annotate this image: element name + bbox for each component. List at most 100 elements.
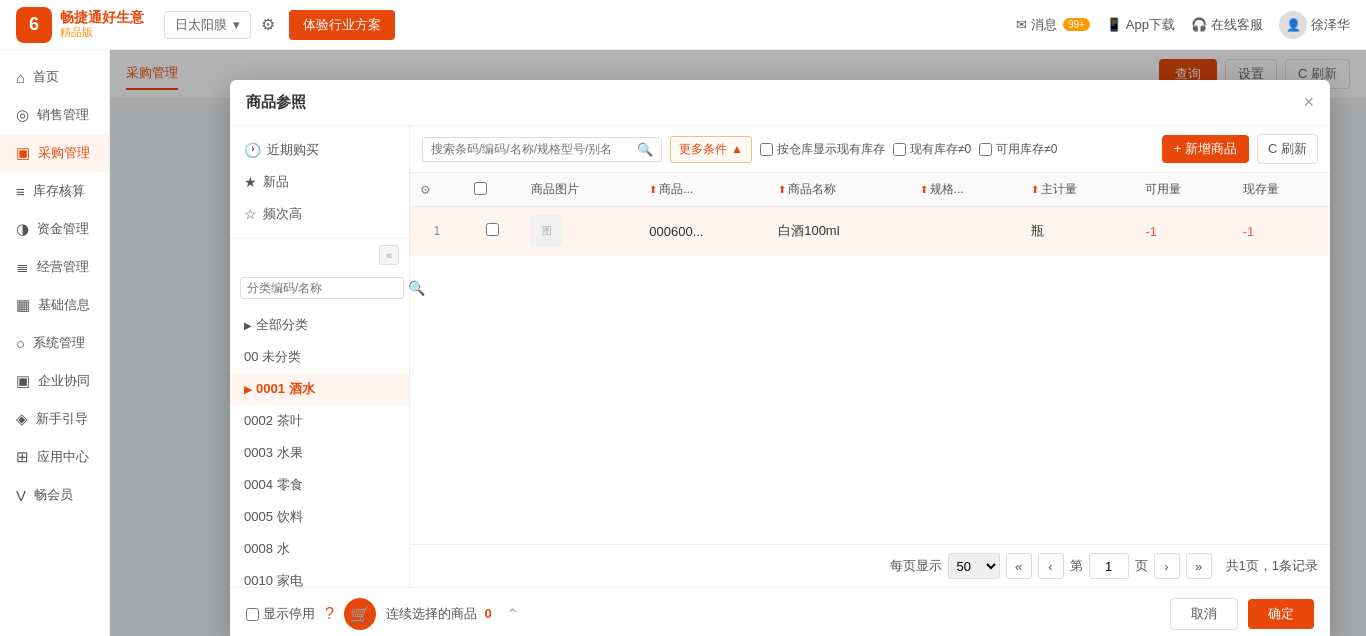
enterprise-icon: ▣ [16,372,30,390]
category-search-input[interactable] [240,277,404,299]
expand-icon: ▶ [244,384,252,395]
table-settings-col[interactable]: ⚙ [410,173,464,207]
quick-link-recent[interactable]: 🕐 近期购买 [230,134,409,166]
sidebar-item-basics[interactable]: ▦ 基础信息 [0,286,109,324]
gear-icon[interactable]: ⚙ [261,15,275,34]
category-item-0008[interactable]: 0008 水 [230,533,409,565]
next-page-button[interactable]: › [1154,553,1180,579]
sort-icon: ⬆ [920,184,928,195]
collapse-panel-button[interactable]: « [379,245,399,265]
sidebar-item-finance[interactable]: ◑ 资金管理 [0,210,109,248]
category-item-0005[interactable]: 0005 饮料 [230,501,409,533]
footer-collapse-icon[interactable]: ⌃ [506,605,519,624]
table-row[interactable]: 1 图 000600... 白酒100ml 瓶 -1 [410,207,1330,256]
nav-right: ✉ 消息 99+ 📱 App下载 🎧 在线客服 👤 徐泽华 [1016,11,1350,39]
quick-link-label: 频次高 [263,205,302,223]
service-btn[interactable]: 🎧 在线客服 [1191,16,1263,34]
apps-icon: ⊞ [16,448,29,466]
category-item-0003[interactable]: 0003 水果 [230,437,409,469]
sidebar-label: 应用中心 [37,448,89,466]
sidebar-label: 采购管理 [38,144,90,162]
message-badge: 99+ [1063,18,1090,31]
sidebar-item-enterprise[interactable]: ▣ 企业协同 [0,362,109,400]
refresh-button[interactable]: C 刷新 [1257,134,1318,164]
show-disabled-checkbox[interactable]: 显示停用 [246,605,315,623]
available-nonzero-filter[interactable]: 可用库存≠0 [979,141,1057,158]
sidebar-item-sales[interactable]: ◎ 销售管理 [0,96,109,134]
disabled-checkbox[interactable] [246,608,259,621]
sidebar-item-home[interactable]: ⌂ 首页 [0,58,109,96]
product-reference-modal: 商品参照 × 🕐 近期购买 ★ 新品 [230,80,1330,636]
logo-text: 畅捷通好生意 [60,9,144,26]
warehouse-filter[interactable]: 按仓库显示现有库存 [760,141,885,158]
stock-nonzero-filter[interactable]: 现有库存≠0 [893,141,971,158]
branch-name: 日太阳膜 [175,16,227,34]
cancel-button[interactable]: 取消 [1170,598,1238,630]
category-name: 0001 酒水 [256,380,315,398]
help-icon[interactable]: ? [325,605,334,623]
sidebar-label: 经营管理 [37,258,89,276]
row-number: 1 [410,207,464,256]
warehouse-checkbox[interactable] [760,143,773,156]
add-product-button[interactable]: + 新增商品 [1162,135,1249,163]
category-item-all[interactable]: ▶ 全部分类 [230,309,409,341]
sidebar-item-system[interactable]: ○ 系统管理 [0,324,109,362]
app-download-btn[interactable]: 📱 App下载 [1106,16,1175,34]
modal-right-panel: 🔍 更多条件 ▲ 按仓库显示现有库存 现有库存≠0 [410,126,1330,587]
left-sidebar: ⌂ 首页 ◎ 销售管理 ▣ 采购管理 ≡ 库存核算 ◑ 资金管理 ≣ 经营管理 … [0,50,110,636]
headset-icon: 🎧 [1191,17,1207,32]
quick-link-frequent[interactable]: ☆ 频次高 [230,198,409,230]
cart-icon[interactable]: 🛒 [344,598,376,630]
row-stock-cell: -1 [1233,207,1330,256]
stock-checkbox[interactable] [893,143,906,156]
page-number-input[interactable] [1089,553,1129,579]
content-area: 采购管理 查询 设置 C 刷新 商品参照 × [110,50,1366,636]
category-item-0004[interactable]: 0004 零食 [230,469,409,501]
table-available-col: 可用量 [1135,173,1232,207]
modal-header: 商品参照 × [230,80,1330,126]
last-page-button[interactable]: » [1186,553,1212,579]
modal-footer: 显示停用 ? 🛒 连续选择的商品 0 ⌃ 取消 确定 [230,587,1330,636]
expand-icon: ▶ [244,320,252,331]
sidebar-item-purchase[interactable]: ▣ 采购管理 [0,134,109,172]
available-checkbox[interactable] [979,143,992,156]
close-icon[interactable]: × [1303,92,1314,113]
row-checkbox[interactable] [486,223,499,236]
confirm-button[interactable]: 确定 [1248,599,1314,629]
row-checkbox-cell[interactable] [464,207,521,256]
category-item-0010[interactable]: 0010 家电 [230,565,409,587]
category-name: 0008 水 [244,540,290,558]
category-item-0001[interactable]: ▶ 0001 酒水 [230,373,409,405]
selected-count: 0 [485,606,492,621]
row-code-cell: 000600... [639,207,768,256]
category-item-00[interactable]: 00 未分类 [230,341,409,373]
select-all-checkbox[interactable] [474,182,487,195]
product-table: ⚙ 商品图片 ⬆ 商品... [410,173,1330,256]
quick-link-new[interactable]: ★ 新品 [230,166,409,198]
table-stock-col: 现存量 [1233,173,1330,207]
sidebar-item-apps[interactable]: ⊞ 应用中心 [0,438,109,476]
quick-link-label: 新品 [263,173,289,191]
more-filter-button[interactable]: 更多条件 ▲ [670,136,752,163]
branch-selector[interactable]: 日太阳膜 ▾ [164,11,251,39]
table-image-col: 商品图片 [521,173,639,207]
total-info: 共1页，1条记录 [1226,557,1318,575]
user-btn[interactable]: 👤 徐泽华 [1279,11,1350,39]
product-search-input[interactable] [431,142,631,156]
message-btn[interactable]: ✉ 消息 99+ [1016,16,1090,34]
top-nav: 6 畅捷通好生意 精品版 日太阳膜 ▾ ⚙ 体验行业方案 ✉ 消息 99+ 📱 … [0,0,1366,50]
page-size-select[interactable]: 50 10 20 100 [948,553,1000,579]
sidebar-label: 畅会员 [34,486,73,504]
sort-icon: ⬆ [1031,184,1039,195]
sidebar-label: 企业协同 [38,372,90,390]
row-unit-cell: 瓶 [1021,207,1136,256]
sidebar-item-guide[interactable]: ◈ 新手引导 [0,400,109,438]
sidebar-item-member[interactable]: V 畅会员 [0,476,109,514]
category-item-0002[interactable]: 0002 茶叶 [230,405,409,437]
sidebar-item-inventory[interactable]: ≡ 库存核算 [0,172,109,210]
first-page-button[interactable]: « [1006,553,1032,579]
sidebar-label: 资金管理 [37,220,89,238]
sidebar-item-operations[interactable]: ≣ 经营管理 [0,248,109,286]
prev-page-button[interactable]: ‹ [1038,553,1064,579]
trial-button[interactable]: 体验行业方案 [289,10,395,40]
